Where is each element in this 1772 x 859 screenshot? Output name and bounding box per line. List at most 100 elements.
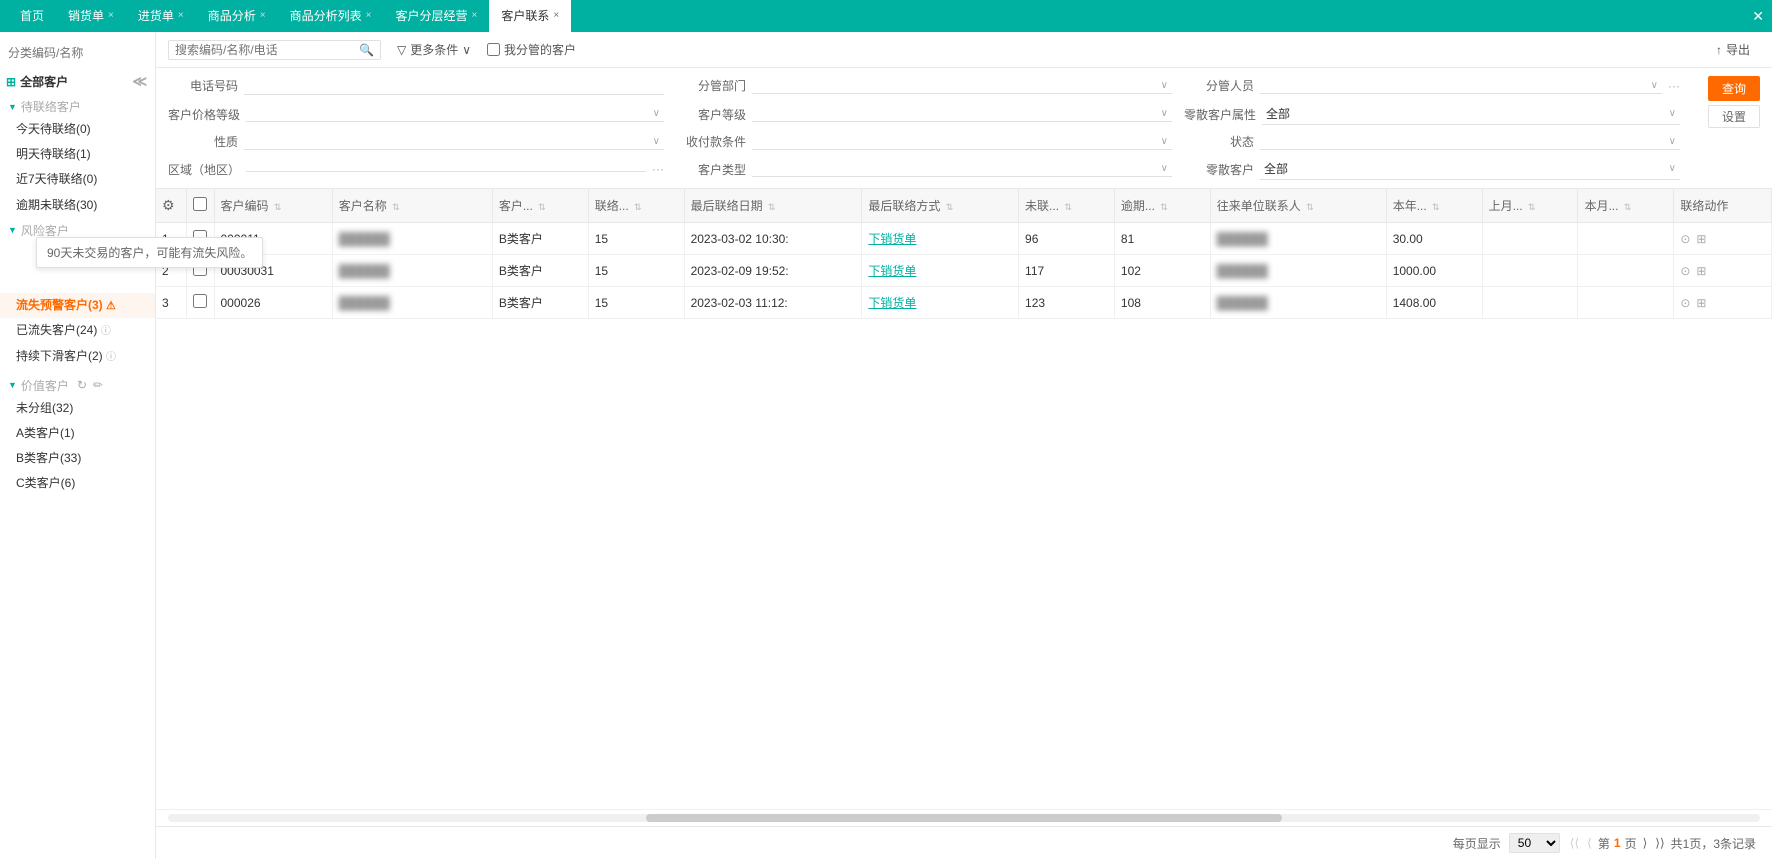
group-pending-contact[interactable]: ▼ 待联络客户: [0, 94, 155, 117]
filter-retail-select[interactable]: 全部 ∨: [1262, 103, 1680, 125]
cell-contact-person: ██████: [1210, 255, 1386, 287]
chevron-down-dept: ∨: [1161, 80, 1168, 91]
sidebar-item-tomorrow-contact[interactable]: 明天待联络(1): [0, 142, 155, 167]
churn-warning-icon: ⚠: [106, 300, 116, 312]
sidebar-item-declining[interactable]: 持续下滑客户(2) ⓘ: [0, 344, 155, 369]
row-checkbox-2[interactable]: [193, 294, 207, 308]
next-page-button[interactable]: ⟩: [1641, 836, 1650, 850]
close-contact-icon[interactable]: ×: [553, 0, 559, 32]
nav-customer-segment[interactable]: 客户分层经营 ×: [383, 0, 489, 32]
my-customers-checkbox[interactable]: [487, 43, 500, 56]
filter-customer-level-label: 客户等级: [676, 106, 746, 123]
refresh-icon[interactable]: ↻: [77, 378, 87, 392]
sidebar-item-class-a[interactable]: A类客户(1): [0, 421, 155, 446]
per-page-label: 每页显示: [1453, 835, 1501, 852]
settings-gear-icon[interactable]: ⚙: [162, 197, 175, 213]
more-action-icon[interactable]: ⊞: [1696, 296, 1706, 310]
col-this-year-header[interactable]: 本年... ⇅: [1386, 189, 1482, 223]
edit-icon[interactable]: ✏: [93, 378, 103, 392]
main-search-icon[interactable]: 🔍: [359, 43, 374, 57]
close-goods-list-icon[interactable]: ×: [366, 0, 372, 32]
sidebar-item-unclassified[interactable]: 未分组(32): [0, 396, 155, 421]
col-name-header[interactable]: 客户名称 ⇅: [332, 189, 492, 223]
window-close-button[interactable]: ✕: [1752, 8, 1764, 25]
filter-dept-select[interactable]: ∨: [752, 78, 1172, 94]
nav-purchase[interactable]: 进货单 ×: [126, 0, 196, 32]
sidebar-item-class-b[interactable]: B类客户(33): [0, 446, 155, 471]
per-page-select[interactable]: 50 100 200: [1509, 833, 1560, 853]
cell-name: ██████: [332, 255, 492, 287]
settings-button[interactable]: 设置: [1708, 105, 1760, 128]
cell-type: B类客户: [492, 255, 588, 287]
filter-row-1: 电话号码 分管部门 ∨ 分管人员: [168, 76, 1692, 95]
col-contact-person-header[interactable]: 往来单位联系人 ⇅: [1210, 189, 1386, 223]
sidebar-item-today-contact[interactable]: 今天待联络(0): [0, 117, 155, 142]
filter-retail-customer-select[interactable]: 全部 ∨: [1260, 158, 1680, 180]
last-page-button[interactable]: ⟩⟩: [1653, 836, 1666, 850]
col-this-month-header[interactable]: 本月... ⇅: [1578, 189, 1674, 223]
filter-status-select[interactable]: ∨: [1260, 134, 1680, 150]
first-page-button[interactable]: ⟨⟨: [1568, 836, 1581, 850]
sidebar-item-7day-contact[interactable]: 近7天待联络(0): [0, 167, 155, 192]
close-segment-icon[interactable]: ×: [471, 0, 477, 32]
col-last-date-header[interactable]: 最后联络日期 ⇅: [684, 189, 862, 223]
filter-phone-input[interactable]: [244, 76, 664, 95]
sidebar-item-churned[interactable]: 已流失客户(24) ⓘ: [0, 318, 155, 343]
collapse-sidebar-icon[interactable]: ≪: [132, 73, 147, 90]
nav-goods-analysis-list[interactable]: 商品分析列表 ×: [278, 0, 384, 32]
more-action-icon[interactable]: ⊞: [1696, 264, 1706, 278]
close-purchase-icon[interactable]: ×: [178, 0, 184, 32]
sidebar-item-class-c[interactable]: C类客户(6): [0, 471, 155, 496]
filter-phone-label: 电话号码: [168, 77, 238, 94]
all-customers-header[interactable]: ⊞ 全部客户 ≪: [0, 69, 155, 94]
filter-customer-level-select[interactable]: ∨: [752, 106, 1172, 122]
nav-goods-analysis[interactable]: 商品分析 ×: [196, 0, 278, 32]
col-not-contacted-header[interactable]: 未联... ⇅: [1019, 189, 1115, 223]
contact-method-link[interactable]: 下销货单: [868, 296, 916, 310]
cell-this-month: [1578, 223, 1674, 255]
my-customers-checkbox-label[interactable]: 我分管的客户: [487, 41, 576, 58]
col-code-header[interactable]: 客户编码 ⇅: [214, 189, 332, 223]
nav-customer-contact[interactable]: 客户联系 ×: [489, 0, 571, 32]
sidebar-item-overdue-contact[interactable]: 逾期未联络(30): [0, 193, 155, 218]
sidebar-search-input[interactable]: [8, 46, 156, 60]
col-last-month-header[interactable]: 上月... ⇅: [1482, 189, 1578, 223]
more-action-icon[interactable]: ⊞: [1696, 232, 1706, 246]
col-last-method-header[interactable]: 最后联络方式 ⇅: [862, 189, 1019, 223]
query-button[interactable]: 查询: [1708, 76, 1760, 101]
export-button[interactable]: ↑ 导出: [1706, 38, 1760, 61]
scroll-track[interactable]: [168, 814, 1760, 822]
group-value-customers[interactable]: ▼ 价值客户 ↻ ✏: [0, 373, 155, 396]
filter-nature-select[interactable]: ∨: [244, 134, 664, 150]
contact-action-icon[interactable]: ⊙: [1680, 232, 1690, 246]
filter-price-select[interactable]: ∨: [246, 106, 664, 122]
main-search-input[interactable]: [175, 43, 355, 57]
sidebar-item-churn-warning[interactable]: 流失预警客户(3) ⚠: [0, 293, 155, 319]
filter-region-dots[interactable]: ···: [652, 162, 664, 176]
filter-price-level: 客户价格等级 ∨: [168, 106, 676, 123]
contact-method-link[interactable]: 下销货单: [868, 264, 916, 278]
contact-method-link[interactable]: 下销货单: [868, 232, 916, 246]
nav-home[interactable]: 首页: [8, 0, 56, 32]
more-filter-button[interactable]: ▽ 更多条件 ∨: [389, 38, 479, 61]
horizontal-scrollbar[interactable]: [156, 809, 1772, 826]
filter-type-select[interactable]: ∨: [752, 161, 1172, 177]
close-sales-icon[interactable]: ×: [108, 0, 114, 32]
filter-manager-dots[interactable]: ···: [1668, 79, 1680, 93]
prev-page-button[interactable]: ⟨: [1585, 836, 1594, 850]
col-contact-header[interactable]: 联络... ⇅: [588, 189, 684, 223]
filter-manager-select[interactable]: ∨: [1260, 78, 1662, 94]
filter-row-4: 区域（地区） ··· 客户类型 ∨: [168, 158, 1692, 180]
close-goods-analysis-icon[interactable]: ×: [260, 0, 266, 32]
filter-region-select[interactable]: [246, 167, 646, 172]
select-all-checkbox[interactable]: [193, 197, 207, 211]
cell-this-month: [1578, 255, 1674, 287]
col-type-header[interactable]: 客户... ⇅: [492, 189, 588, 223]
contact-action-icon[interactable]: ⊙: [1680, 264, 1690, 278]
filter-payment-select[interactable]: ∨: [752, 134, 1172, 150]
col-overdue-header[interactable]: 逾期... ⇅: [1114, 189, 1210, 223]
nav-sales[interactable]: 销货单 ×: [56, 0, 126, 32]
contact-action-icon[interactable]: ⊙: [1680, 296, 1690, 310]
filter-price-label: 客户价格等级: [168, 106, 240, 123]
scroll-thumb[interactable]: [646, 814, 1283, 822]
